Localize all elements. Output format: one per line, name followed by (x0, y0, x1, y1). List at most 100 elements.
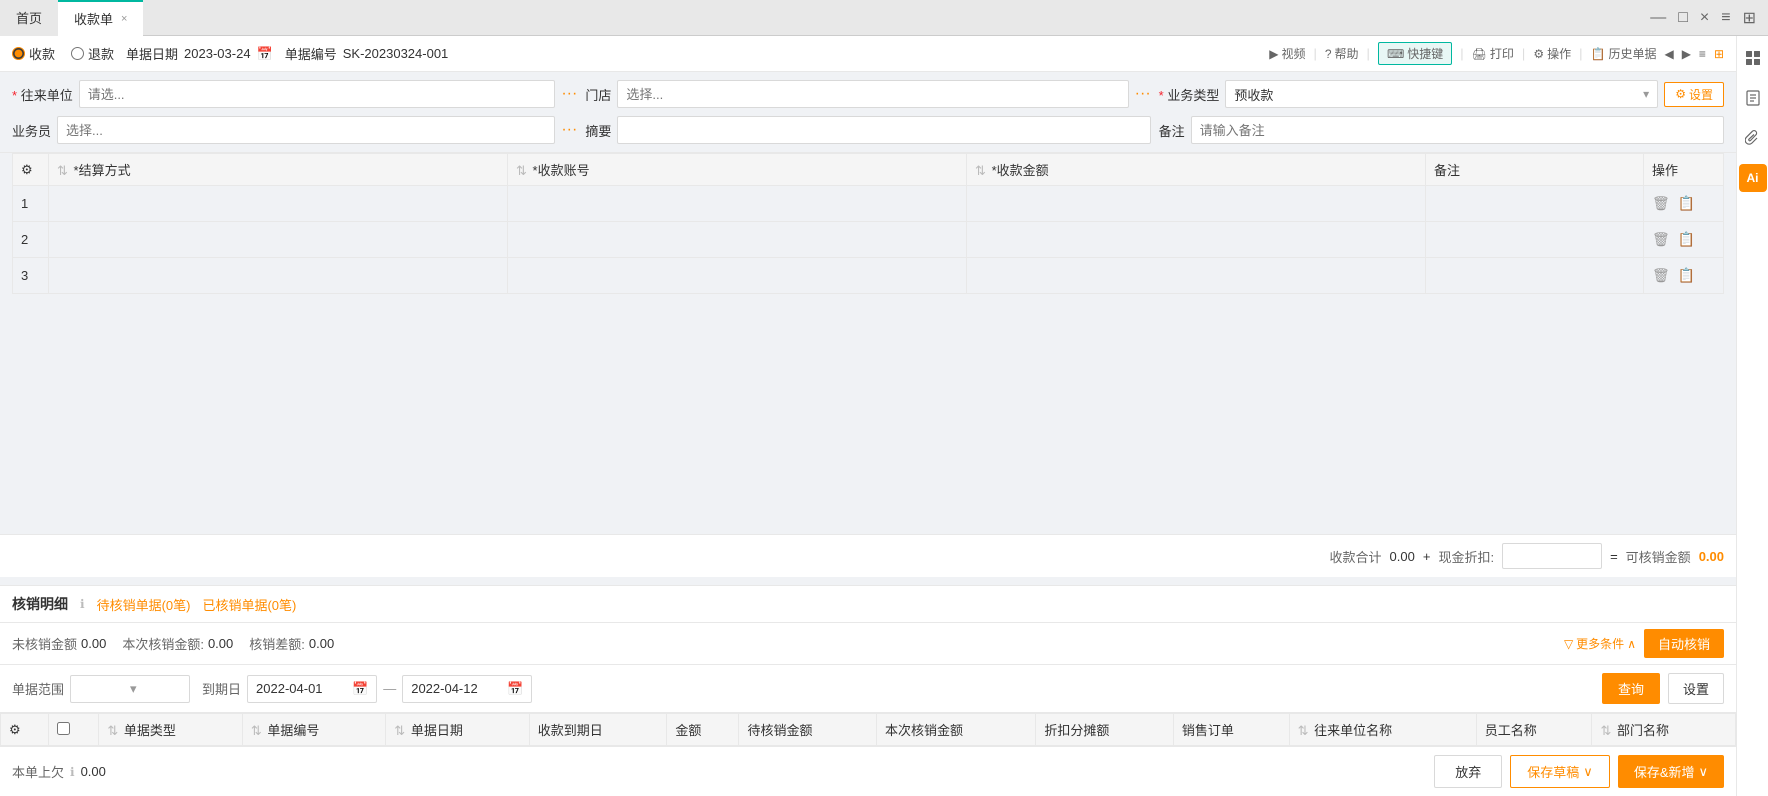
print-link[interactable]: 🖨 打印 (1472, 45, 1514, 62)
row2-amount[interactable] (967, 222, 1426, 258)
history-link[interactable]: 📋 历史单据 (1590, 45, 1656, 62)
radio-refund[interactable]: 退款 (71, 44, 114, 63)
carry-info-icon[interactable]: ℹ (70, 765, 75, 779)
top-toolbar: 收款 退款 单据日期 2023-03-24 📅 单据编号 SK-20230324… (0, 36, 1736, 72)
summary-input[interactable] (617, 116, 1150, 144)
sidebar-attach-icon[interactable] (1739, 124, 1767, 152)
list-view-icon[interactable]: ≡ (1699, 47, 1706, 61)
row2-remark[interactable] (1426, 222, 1644, 258)
setting-btn2[interactable]: 设置 (1668, 673, 1724, 704)
row1-settlement[interactable] (49, 186, 508, 222)
detail-current-cancel-header: 本次核销金额 (877, 714, 1036, 746)
table-row: 2 🗑 📋 (13, 222, 1724, 258)
row3-amount[interactable] (967, 258, 1426, 294)
table-row: 1 🗑 📋 (13, 186, 1724, 222)
row1-copy-icon[interactable]: 📋 (1678, 195, 1695, 212)
calendar-icon[interactable]: 📅 (257, 46, 273, 62)
shortcut-btn[interactable]: ⌨ 快捷键 (1378, 42, 1452, 65)
date-from-input[interactable] (256, 681, 346, 696)
auto-cancel-btn[interactable]: 自动核销 (1644, 629, 1724, 658)
tab-receipt[interactable]: 收款单 × (58, 0, 143, 36)
abandon-btn[interactable]: 放弃 (1434, 755, 1502, 788)
grid-view-icon[interactable]: ⊞ (1739, 6, 1760, 30)
keyboard-icon: ⌨ (1387, 47, 1404, 61)
more-conditions-link[interactable]: ▽ 更多条件 ∧ (1564, 635, 1636, 652)
detail-checkbox-header[interactable] (49, 714, 99, 746)
tabs-list-icon[interactable]: ≡ (1717, 7, 1734, 29)
store-input[interactable] (617, 80, 1128, 108)
filter-icon: ▽ (1564, 637, 1573, 651)
verification-title: 核销明细 (12, 594, 68, 614)
tab-close-icon[interactable]: × (121, 13, 127, 25)
row1-account[interactable] (508, 186, 967, 222)
detail-sales-order-header: 销售订单 (1173, 714, 1289, 746)
help-link[interactable]: ? 帮助 (1325, 45, 1359, 62)
summary-label: 摘要 (585, 121, 611, 140)
date-to-input[interactable] (411, 681, 501, 696)
calendar-to-icon[interactable]: 📅 (507, 681, 523, 697)
detail-settings-header[interactable]: ⚙ (1, 714, 49, 746)
tab-bar-right: — □ × ≡ ⊞ (1646, 6, 1768, 30)
toolbar-actions: ▶ 视频 | ? 帮助 | ⌨ 快捷键 | 🖨 (1269, 42, 1724, 65)
chevron-down-icon: ▾ (1643, 87, 1649, 101)
grid-view-icon2[interactable]: ⊞ (1714, 47, 1724, 61)
filter-row: 单据范围 ▾ 到期日 📅 — (0, 665, 1736, 713)
sidebar-ai-icon[interactable]: Ai (1739, 164, 1767, 192)
done-tab[interactable]: 已核销单据(0笔) (202, 595, 296, 614)
business-type-select[interactable]: 预收款 ▾ (1225, 80, 1658, 108)
chevron-up-icon: ∧ (1627, 637, 1636, 651)
store-field: 门店 ··· (585, 80, 1150, 108)
counterpart-more-icon[interactable]: ··· (561, 85, 577, 103)
counterpart-input[interactable] (79, 80, 556, 108)
cash-discount-input[interactable] (1502, 543, 1602, 569)
nav-left-btn[interactable]: ◀ (1664, 47, 1673, 61)
tab-home[interactable]: 首页 (0, 0, 58, 36)
save-draft-btn[interactable]: 保存草稿 ∨ (1510, 755, 1610, 788)
verification-info-icon[interactable]: ℹ (80, 597, 85, 611)
row2-account[interactable] (508, 222, 967, 258)
sidebar-doc-icon[interactable] (1739, 84, 1767, 112)
row2-delete-icon[interactable]: 🗑 (1652, 231, 1670, 248)
row1-remark[interactable] (1426, 186, 1644, 222)
equals-sign: = (1610, 549, 1618, 564)
query-btn[interactable]: 查询 (1602, 673, 1660, 704)
detail-table-wrap: ⚙ ⇅ 单据类型 ⇅ (0, 713, 1736, 746)
window-close-icon[interactable]: × (1696, 7, 1713, 29)
pending-tab[interactable]: 待核销单据(0笔) (97, 595, 191, 614)
save-new-btn[interactable]: 保存&新增 ∨ (1618, 755, 1724, 788)
row1-amount[interactable] (967, 186, 1426, 222)
select-all-checkbox[interactable] (57, 722, 70, 735)
operation-link[interactable]: ⚙ 操作 (1533, 45, 1571, 62)
table-settings-header[interactable]: ⚙ (13, 154, 49, 186)
carry-value: 0.00 (81, 764, 106, 779)
current-cancel-stat: 本次核销金额: 0.00 (122, 634, 233, 653)
bottom-bar: 本单上欠 ℹ 0.00 放弃 保存草稿 ∨ 保存&新增 ∨ (0, 746, 1736, 796)
calendar-from-icon[interactable]: 📅 (352, 681, 368, 697)
tab-receipt-label: 收款单 (74, 9, 113, 28)
salesman-input[interactable] (57, 116, 555, 144)
row3-delete-icon[interactable]: 🗑 (1652, 267, 1670, 284)
date-filter-field: 到期日 📅 — 📅 (202, 675, 532, 703)
row3-copy-icon[interactable]: 📋 (1678, 267, 1695, 284)
detail-partner-header: ⇅ 往来单位名称 (1289, 714, 1476, 746)
ai-label: Ai (1747, 171, 1759, 185)
row1-delete-icon[interactable]: 🗑 (1652, 195, 1670, 212)
radio-receive[interactable]: 收款 (12, 44, 55, 63)
nav-right-btn[interactable]: ▶ (1682, 47, 1691, 61)
salesman-more-icon[interactable]: ··· (561, 121, 577, 139)
window-maximize-icon[interactable]: □ (1674, 7, 1692, 29)
row2-settlement[interactable] (49, 222, 508, 258)
row3-remark[interactable] (1426, 258, 1644, 294)
window-minimize-icon[interactable]: — (1646, 7, 1670, 29)
row2-copy-icon[interactable]: 📋 (1678, 231, 1695, 248)
store-more-icon[interactable]: ··· (1135, 85, 1151, 103)
sidebar-table-icon[interactable] (1739, 44, 1767, 72)
remark-label: 备注 (1159, 121, 1185, 140)
row3-settlement[interactable] (49, 258, 508, 294)
business-setting-btn[interactable]: ⚙ 设置 (1664, 82, 1724, 107)
date-filter-label: 到期日 (202, 679, 241, 698)
range-select[interactable]: ▾ (70, 675, 190, 703)
remark-input[interactable] (1191, 116, 1724, 144)
row3-account[interactable] (508, 258, 967, 294)
video-link[interactable]: ▶ 视频 (1269, 45, 1305, 62)
